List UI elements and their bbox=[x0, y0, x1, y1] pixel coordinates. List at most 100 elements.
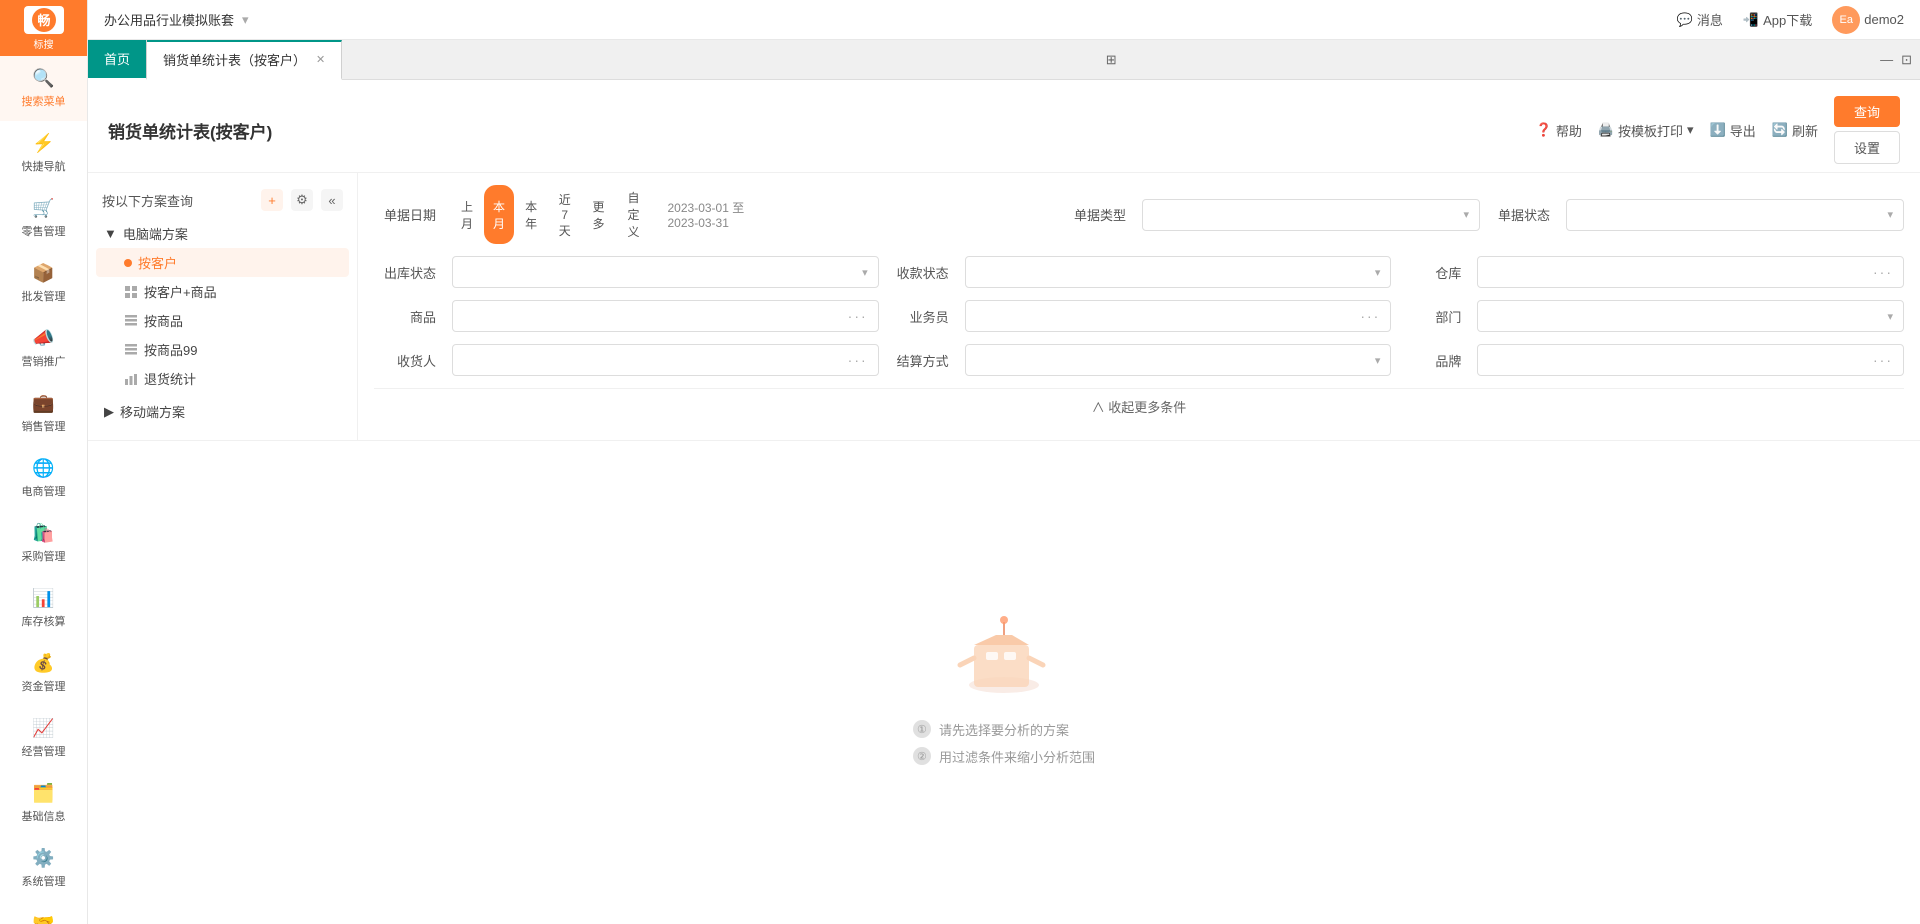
tree-group-pc-text: 电脑端方案 bbox=[123, 224, 188, 243]
refresh-label: 刷新 bbox=[1792, 121, 1818, 140]
avatar: Ea bbox=[1832, 6, 1860, 34]
sidebar-item-search[interactable]: 🔍 搜索菜单 bbox=[0, 56, 87, 121]
topbar-dropdown-arrow[interactable]: ▾ bbox=[242, 12, 249, 28]
messages-label: 消息 bbox=[1697, 10, 1723, 29]
operation-icon: 📈 bbox=[32, 718, 54, 739]
tab-expand-button[interactable]: ⊞ bbox=[1094, 52, 1129, 68]
sidebar-item-finance[interactable]: 💰 资金管理 bbox=[0, 641, 87, 706]
empty-hint-2: ② 用过滤条件来缩小分析范围 bbox=[913, 747, 1095, 766]
tab-sales-stat-label: 销货单统计表（按客户） bbox=[163, 50, 306, 69]
page-actions: ❓ 帮助 🖨️ 按模板打印 ▾ ⬇️ 导出 🔄 刷新 查询 bbox=[1536, 96, 1900, 164]
empty-state: ① 请先选择要分析的方案 ② 用过滤条件来缩小分析范围 bbox=[88, 441, 1920, 924]
tree-item-by-customer[interactable]: 按客户 bbox=[96, 248, 349, 277]
ecommerce-icon: 🌐 bbox=[32, 458, 54, 479]
date-btn-thisyear[interactable]: 本年 bbox=[516, 185, 546, 244]
date-btn-thismonth[interactable]: 本月 bbox=[484, 185, 514, 244]
settings-scheme-button[interactable]: ⚙ bbox=[291, 189, 313, 211]
user-profile-button[interactable]: Ea demo2 bbox=[1832, 6, 1904, 34]
dept-label: 部门 bbox=[1399, 307, 1469, 326]
date-btn-custom[interactable]: 自定义 bbox=[615, 185, 651, 244]
tab-sales-stat[interactable]: 销货单统计表（按客户） ✕ bbox=[147, 40, 342, 80]
sidebar-item-operation[interactable]: 📈 经营管理 bbox=[0, 706, 87, 771]
paystatus-label: 收款状态 bbox=[887, 263, 957, 282]
system-icon: ⚙️ bbox=[32, 848, 54, 869]
tree-group-mobile: ▶ 移动端方案 bbox=[96, 397, 349, 426]
paystatus-input[interactable]: ▾ bbox=[965, 256, 1392, 288]
dept-arrow: ▾ bbox=[1887, 310, 1893, 323]
sidebar-item-wholesale[interactable]: 📦 批发管理 bbox=[0, 251, 87, 316]
tab-close-icon[interactable]: ✕ bbox=[316, 53, 325, 66]
window-max-icon[interactable]: ⊡ bbox=[1901, 52, 1912, 68]
expand-icon: ⊞ bbox=[1106, 52, 1117, 67]
sidebar-item-sales[interactable]: 💼 销售管理 bbox=[0, 381, 87, 446]
filter-sidebar: 按以下方案查询 + ⚙ « ▼ 电脑端方案 bbox=[88, 173, 358, 440]
messages-button[interactable]: 💬 消息 bbox=[1677, 10, 1723, 29]
doctype-arrow: ▾ bbox=[1463, 208, 1469, 221]
tree-dot-active bbox=[124, 259, 132, 267]
add-scheme-button[interactable]: + bbox=[261, 189, 283, 211]
print-arrow: ▾ bbox=[1687, 122, 1694, 138]
tree-item-by-goods[interactable]: 按商品 bbox=[96, 306, 349, 335]
help-button[interactable]: ❓ 帮助 bbox=[1536, 121, 1582, 140]
sidebar-item-retail[interactable]: 🛒 零售管理 bbox=[0, 186, 87, 251]
tree-group-pc-label[interactable]: ▼ 电脑端方案 bbox=[96, 219, 349, 248]
salesman-input[interactable]: ··· bbox=[965, 300, 1392, 332]
sidebar-item-inventory[interactable]: 📊 库存核算 bbox=[0, 576, 87, 641]
sidebar-item-ecommerce[interactable]: 🌐 电商管理 bbox=[0, 446, 87, 511]
sidebar-item-purchase[interactable]: 🛍️ 采购管理 bbox=[0, 511, 87, 576]
collapse-bar[interactable]: ∧ 收起更多条件 bbox=[374, 388, 1904, 424]
topbar-left: 办公用品行业模拟账套 ▾ bbox=[104, 10, 249, 29]
sidebar-item-marketing[interactable]: 📣 营销推广 bbox=[0, 316, 87, 381]
date-label: 单据日期 bbox=[374, 205, 444, 224]
tree-item-return-stat[interactable]: 退货统计 bbox=[96, 364, 349, 393]
collapse-sidebar-button[interactable]: « bbox=[321, 189, 343, 211]
empty-hints: ① 请先选择要分析的方案 ② 用过滤条件来缩小分析范围 bbox=[913, 720, 1095, 766]
filter-row-3: 商品 ··· 业务员 ··· 部门 ▾ bbox=[374, 300, 1904, 332]
help-icon: ❓ bbox=[1536, 122, 1552, 138]
payment-arrow: ▾ bbox=[1375, 354, 1381, 367]
window-min-icon[interactable]: — bbox=[1880, 52, 1893, 68]
date-btn-more[interactable]: 更多 bbox=[583, 185, 613, 244]
svg-text:畅: 畅 bbox=[37, 13, 50, 28]
sidebar-item-quicknav[interactable]: ⚡ 快捷导航 bbox=[0, 121, 87, 186]
tree-group-mobile-label[interactable]: ▶ 移动端方案 bbox=[96, 397, 349, 426]
topbar: 办公用品行业模拟账套 ▾ 💬 消息 📲 App下载 Ea demo2 bbox=[88, 0, 1920, 40]
brand-input[interactable]: ··· bbox=[1477, 344, 1904, 376]
purchase-icon: 🛍️ bbox=[32, 523, 54, 544]
tree-item-by-goods99[interactable]: 按商品99 bbox=[96, 335, 349, 364]
tree-item-customer-goods[interactable]: 按客户+商品 bbox=[96, 277, 349, 306]
sidebar-item-enterprise[interactable]: 🤝 企业协同 bbox=[0, 901, 87, 924]
filter-sidebar-icons: + ⚙ « bbox=[261, 189, 343, 211]
sidebar-item-system[interactable]: ⚙️ 系统管理 bbox=[0, 836, 87, 901]
query-button[interactable]: 查询 bbox=[1834, 96, 1900, 127]
settings-button[interactable]: 设置 bbox=[1834, 131, 1900, 164]
outstatus-label: 出库状态 bbox=[374, 263, 444, 282]
date-range-text: 2023-03-01 至 2023-03-31 bbox=[668, 199, 769, 230]
grid-icon bbox=[124, 285, 138, 299]
empty-hint-1: ① 请先选择要分析的方案 bbox=[913, 720, 1095, 739]
app-download-button[interactable]: 📲 App下载 bbox=[1743, 10, 1812, 29]
collapse-label: ∧ 收起更多条件 bbox=[1092, 400, 1187, 415]
marketing-icon: 📣 bbox=[32, 328, 54, 349]
docstatus-arrow: ▾ bbox=[1887, 208, 1893, 221]
outstatus-input[interactable]: ▾ bbox=[452, 256, 879, 288]
page-header: 销货单统计表(按客户) ❓ 帮助 🖨️ 按模板打印 ▾ ⬇️ 导出 🔄 刷新 bbox=[88, 80, 1920, 173]
print-button[interactable]: 🖨️ 按模板打印 ▾ bbox=[1598, 121, 1694, 140]
sidebar-item-basic[interactable]: 🗂️ 基础信息 bbox=[0, 771, 87, 836]
dept-input[interactable]: ▾ bbox=[1477, 300, 1904, 332]
doctype-input[interactable]: ▾ bbox=[1142, 199, 1480, 231]
payment-input[interactable]: ▾ bbox=[965, 344, 1392, 376]
refresh-button[interactable]: 🔄 刷新 bbox=[1772, 121, 1818, 140]
date-btn-lastmonth[interactable]: 上月 bbox=[452, 185, 482, 244]
filter-sidebar-header: 按以下方案查询 + ⚙ « bbox=[88, 183, 357, 219]
tabbar: 首页 销货单统计表（按客户） ✕ ⊞ — ⊡ bbox=[88, 40, 1920, 80]
outstatus-arrow: ▾ bbox=[862, 266, 868, 279]
docstatus-input[interactable]: ▾ bbox=[1566, 199, 1904, 231]
receiver-input[interactable]: ··· bbox=[452, 344, 879, 376]
date-btn-7days[interactable]: 近7天 bbox=[548, 185, 581, 244]
warehouse-input[interactable]: ··· bbox=[1477, 256, 1904, 288]
goods-input[interactable]: ··· bbox=[452, 300, 879, 332]
export-button[interactable]: ⬇️ 导出 bbox=[1710, 121, 1756, 140]
tab-home[interactable]: 首页 bbox=[88, 40, 147, 80]
docstatus-label: 单据状态 bbox=[1488, 205, 1558, 224]
